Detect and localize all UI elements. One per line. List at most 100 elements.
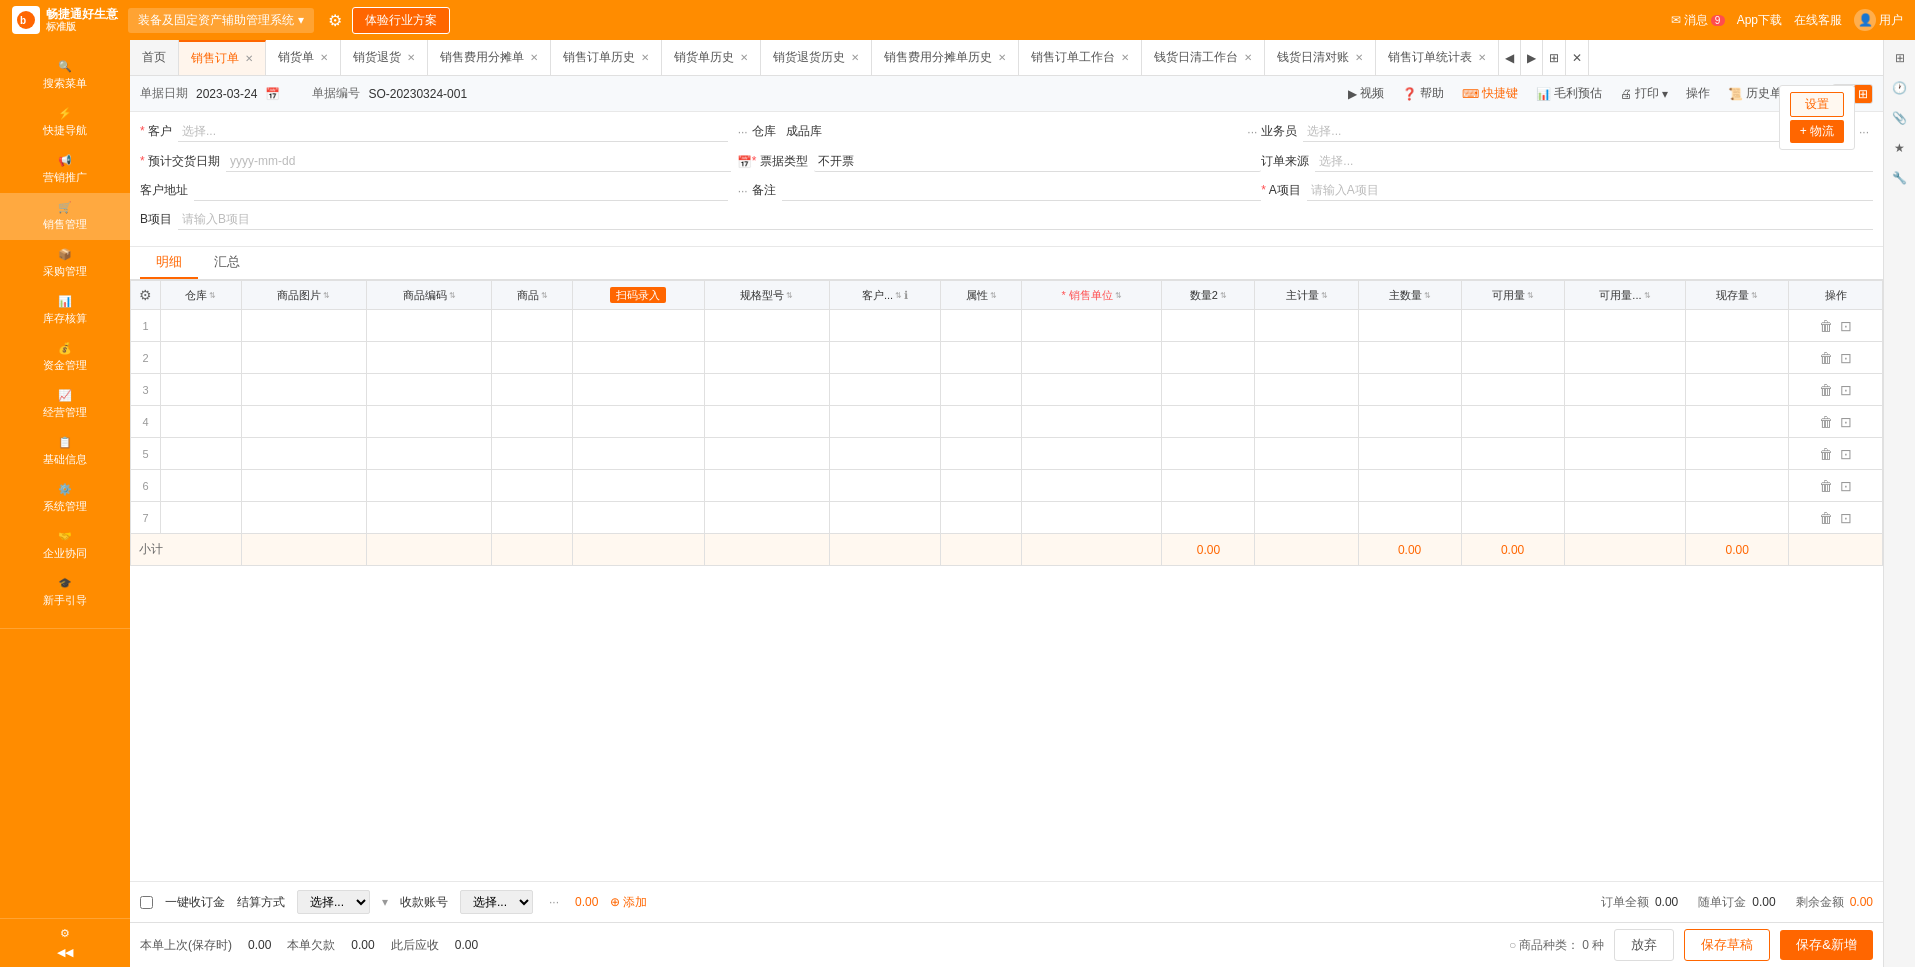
cell-qty2-1[interactable] xyxy=(1162,310,1255,342)
sort-stock-icon[interactable]: ⇅ xyxy=(1751,291,1758,300)
tab-next-btn[interactable]: ▶ xyxy=(1521,40,1543,75)
cell-sku-code-2[interactable] xyxy=(367,342,492,374)
calendar-icon[interactable]: 📅 xyxy=(737,155,752,169)
cell-available2-5[interactable] xyxy=(1564,438,1686,470)
cell-available2-3[interactable] xyxy=(1564,374,1686,406)
tab-close-all-btn[interactable]: ✕ xyxy=(1566,40,1589,75)
cell-image-1[interactable] xyxy=(241,310,366,342)
cell-main-qty-5[interactable] xyxy=(1358,438,1461,470)
cell-attr-2[interactable] xyxy=(941,342,1022,374)
row-delete-btn-5[interactable]: 🗑 xyxy=(1819,446,1833,462)
cell-stock-3[interactable] xyxy=(1686,374,1789,406)
col-setting[interactable]: ⚙ xyxy=(131,281,161,310)
cell-unit-6[interactable] xyxy=(1022,470,1162,502)
row-copy-btn-5[interactable]: ⊡ xyxy=(1840,446,1852,462)
sort-main-unit-icon[interactable]: ⇅ xyxy=(1321,291,1328,300)
form-view-icon[interactable]: ⊞ xyxy=(1854,85,1872,103)
add-payment-btn[interactable]: ⊕ 添加 xyxy=(610,894,647,911)
cell-unit-5[interactable] xyxy=(1022,438,1162,470)
settings-icon[interactable]: ⚙ xyxy=(328,11,342,30)
cell-available-6[interactable] xyxy=(1461,470,1564,502)
print-btn[interactable]: 🖨 打印 ▾ xyxy=(1614,82,1674,105)
cell-stock-7[interactable] xyxy=(1686,502,1789,534)
tab-home[interactable]: 首页 xyxy=(130,40,179,75)
cell-main-unit-3[interactable] xyxy=(1255,374,1358,406)
cell-warehouse-2[interactable] xyxy=(161,342,242,374)
column-settings-icon[interactable]: ⚙ xyxy=(139,287,152,303)
cell-image-5[interactable] xyxy=(241,438,366,470)
sort-attr-icon[interactable]: ⇅ xyxy=(990,291,997,300)
cell-spec-2[interactable] xyxy=(704,342,829,374)
cell-available-3[interactable] xyxy=(1461,374,1564,406)
cell-spec-7[interactable] xyxy=(704,502,829,534)
account-select[interactable]: 选择... xyxy=(460,890,533,914)
row-delete-btn-2[interactable]: 🗑 xyxy=(1819,350,1833,366)
tab-detail[interactable]: 明细 xyxy=(140,247,198,279)
cell-main-qty-4[interactable] xyxy=(1358,406,1461,438)
cell-stock-2[interactable] xyxy=(1686,342,1789,374)
cell-spec-6[interactable] xyxy=(704,470,829,502)
tab-close-daily-reconcile[interactable]: ✕ xyxy=(1355,52,1363,63)
cell-customer-sku-5[interactable] xyxy=(829,438,940,470)
tab-order-workbench[interactable]: 销售订单工作台 ✕ xyxy=(1019,40,1142,75)
user-menu-btn[interactable]: 👤 用户 xyxy=(1854,9,1903,31)
cell-image-6[interactable] xyxy=(241,470,366,502)
right-panel-icon-1[interactable]: ⊞ xyxy=(1888,46,1912,70)
tab-close-sales-return[interactable]: ✕ xyxy=(407,52,415,63)
cell-attr-7[interactable] xyxy=(941,502,1022,534)
tab-sales-return[interactable]: 销货退货 ✕ xyxy=(341,40,428,75)
sort-sku-code-icon[interactable]: ⇅ xyxy=(449,291,456,300)
cell-main-qty-6[interactable] xyxy=(1358,470,1461,502)
cell-qty2-6[interactable] xyxy=(1162,470,1255,502)
cell-available-2[interactable] xyxy=(1461,342,1564,374)
address-more-btn[interactable]: ··· xyxy=(734,184,752,198)
cell-main-unit-6[interactable] xyxy=(1255,470,1358,502)
tab-daily-workbench[interactable]: 钱货日清工作台 ✕ xyxy=(1142,40,1265,75)
cell-image-3[interactable] xyxy=(241,374,366,406)
cell-customer-sku-3[interactable] xyxy=(829,374,940,406)
cell-main-unit-7[interactable] xyxy=(1255,502,1358,534)
sort-warehouse-icon[interactable]: ⇅ xyxy=(209,291,216,300)
cell-qty2-7[interactable] xyxy=(1162,502,1255,534)
cell-customer-sku-2[interactable] xyxy=(829,342,940,374)
tab-close-sales-expense[interactable]: ✕ xyxy=(530,52,538,63)
cell-available2-2[interactable] xyxy=(1564,342,1686,374)
sort-unit-icon[interactable]: ⇅ xyxy=(1115,291,1122,300)
tab-close-goods-history[interactable]: ✕ xyxy=(740,52,748,63)
cell-product-7[interactable] xyxy=(492,502,573,534)
cell-scan-7[interactable] xyxy=(573,502,704,534)
cell-warehouse-6[interactable] xyxy=(161,470,242,502)
tab-return-history[interactable]: 销货退货历史 ✕ xyxy=(761,40,872,75)
row-copy-btn-1[interactable]: ⊡ xyxy=(1840,318,1852,334)
sidebar-item-sales[interactable]: 🛒 销售管理 xyxy=(0,193,130,240)
invoice-select[interactable]: 不开票 xyxy=(814,151,1262,172)
cell-warehouse-3[interactable] xyxy=(161,374,242,406)
cell-unit-4[interactable] xyxy=(1022,406,1162,438)
cell-warehouse-5[interactable] xyxy=(161,438,242,470)
cell-main-unit-5[interactable] xyxy=(1255,438,1358,470)
sidebar-item-inventory[interactable]: 📊 库存核算 xyxy=(0,287,130,334)
sidebar-collapse-btn[interactable]: ◀◀ xyxy=(57,946,73,959)
cell-stock-6[interactable] xyxy=(1686,470,1789,502)
cell-spec-3[interactable] xyxy=(704,374,829,406)
operation-btn[interactable]: 操作 xyxy=(1680,82,1716,105)
date-edit-icon[interactable]: 📅 xyxy=(265,87,280,101)
cell-scan-2[interactable] xyxy=(573,342,704,374)
settings-btn[interactable]: 设置 xyxy=(1790,92,1844,117)
cell-main-unit-2[interactable] xyxy=(1255,342,1358,374)
cell-available2-4[interactable] xyxy=(1564,406,1686,438)
sort-customer-sku-icon[interactable]: ⇅ xyxy=(895,291,902,300)
right-panel-icon-4[interactable]: ★ xyxy=(1888,136,1912,160)
cell-main-qty-3[interactable] xyxy=(1358,374,1461,406)
cell-qty2-4[interactable] xyxy=(1162,406,1255,438)
sort-available-icon[interactable]: ⇅ xyxy=(1527,291,1534,300)
cell-main-unit-1[interactable] xyxy=(1255,310,1358,342)
tab-close-expense-history[interactable]: ✕ xyxy=(998,52,1006,63)
cell-product-6[interactable] xyxy=(492,470,573,502)
sidebar-item-finance[interactable]: 💰 资金管理 xyxy=(0,334,130,381)
cell-scan-4[interactable] xyxy=(573,406,704,438)
cell-attr-3[interactable] xyxy=(941,374,1022,406)
cell-available2-6[interactable] xyxy=(1564,470,1686,502)
system-selector[interactable]: 装备及固定资产辅助管理系统 ▾ xyxy=(128,8,314,33)
sidebar-item-quicknav[interactable]: ⚡ 快捷导航 xyxy=(0,99,130,146)
